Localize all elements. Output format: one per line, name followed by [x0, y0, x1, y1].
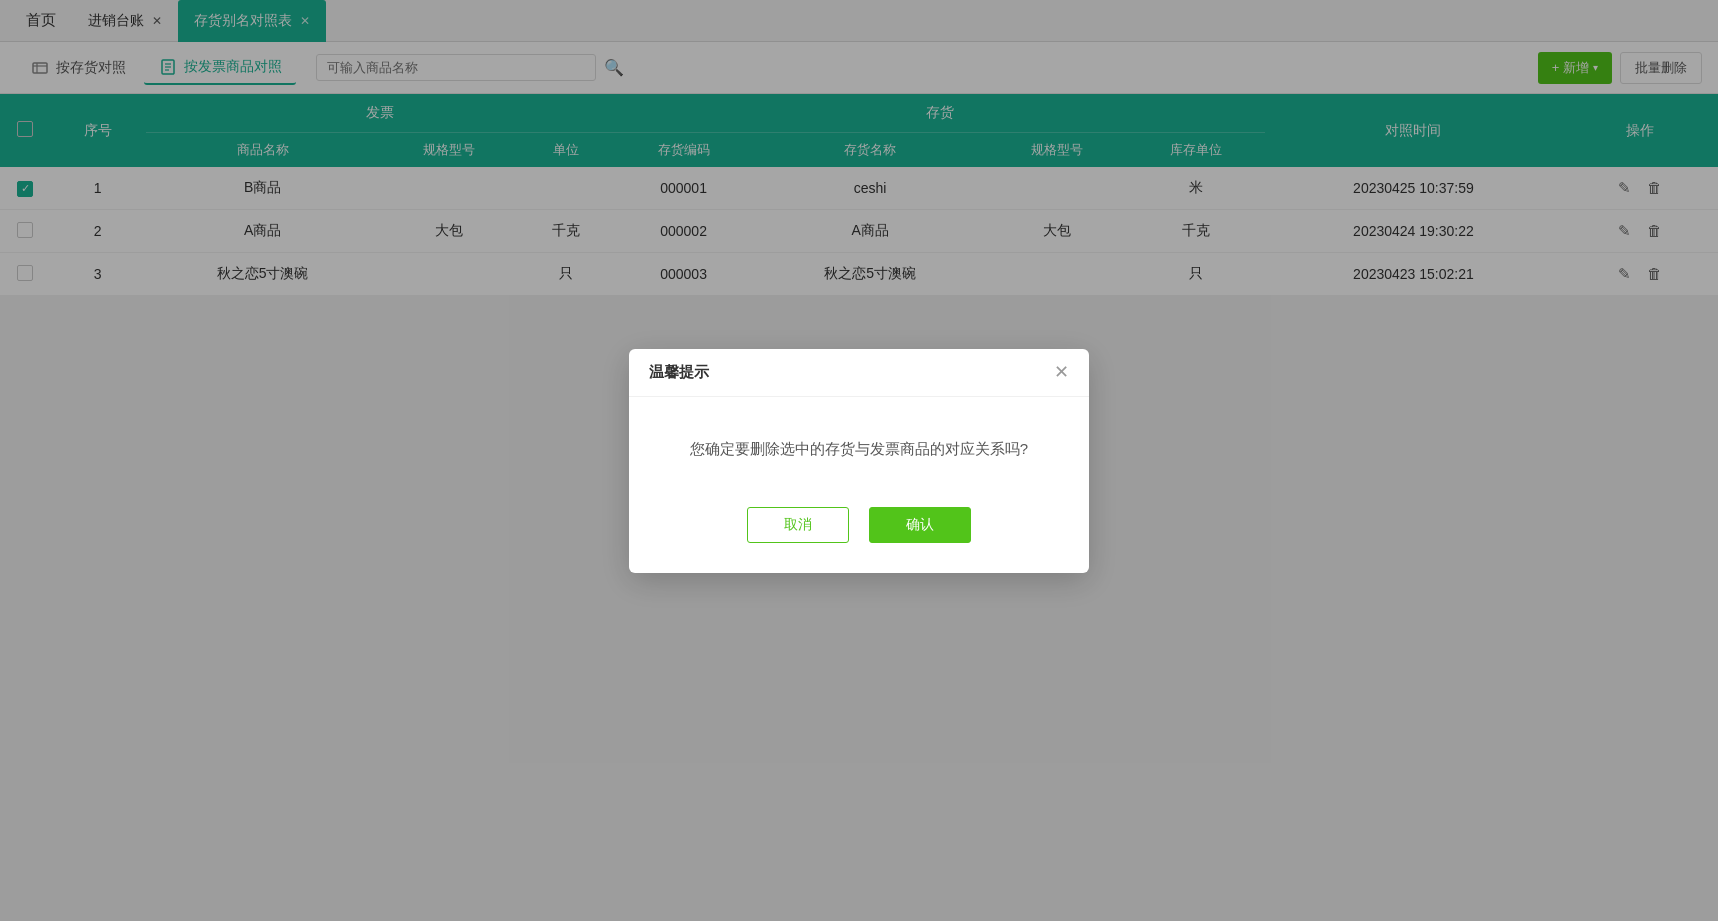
confirm-button[interactable]: 确认 [869, 507, 971, 543]
dialog-close-button[interactable]: ✕ [1054, 363, 1069, 381]
overlay: 温馨提示 ✕ 您确定要删除选中的存货与发票商品的对应关系吗? 取消 确认 [0, 0, 1718, 921]
dialog: 温馨提示 ✕ 您确定要删除选中的存货与发票商品的对应关系吗? 取消 确认 [629, 349, 1089, 573]
dialog-header: 温馨提示 ✕ [629, 349, 1089, 397]
dialog-footer: 取消 确认 [629, 491, 1089, 573]
cancel-button[interactable]: 取消 [747, 507, 849, 543]
dialog-title: 温馨提示 [649, 363, 709, 382]
dialog-body: 您确定要删除选中的存货与发票商品的对应关系吗? [629, 397, 1089, 491]
dialog-message: 您确定要删除选中的存货与发票商品的对应关系吗? [690, 440, 1028, 457]
